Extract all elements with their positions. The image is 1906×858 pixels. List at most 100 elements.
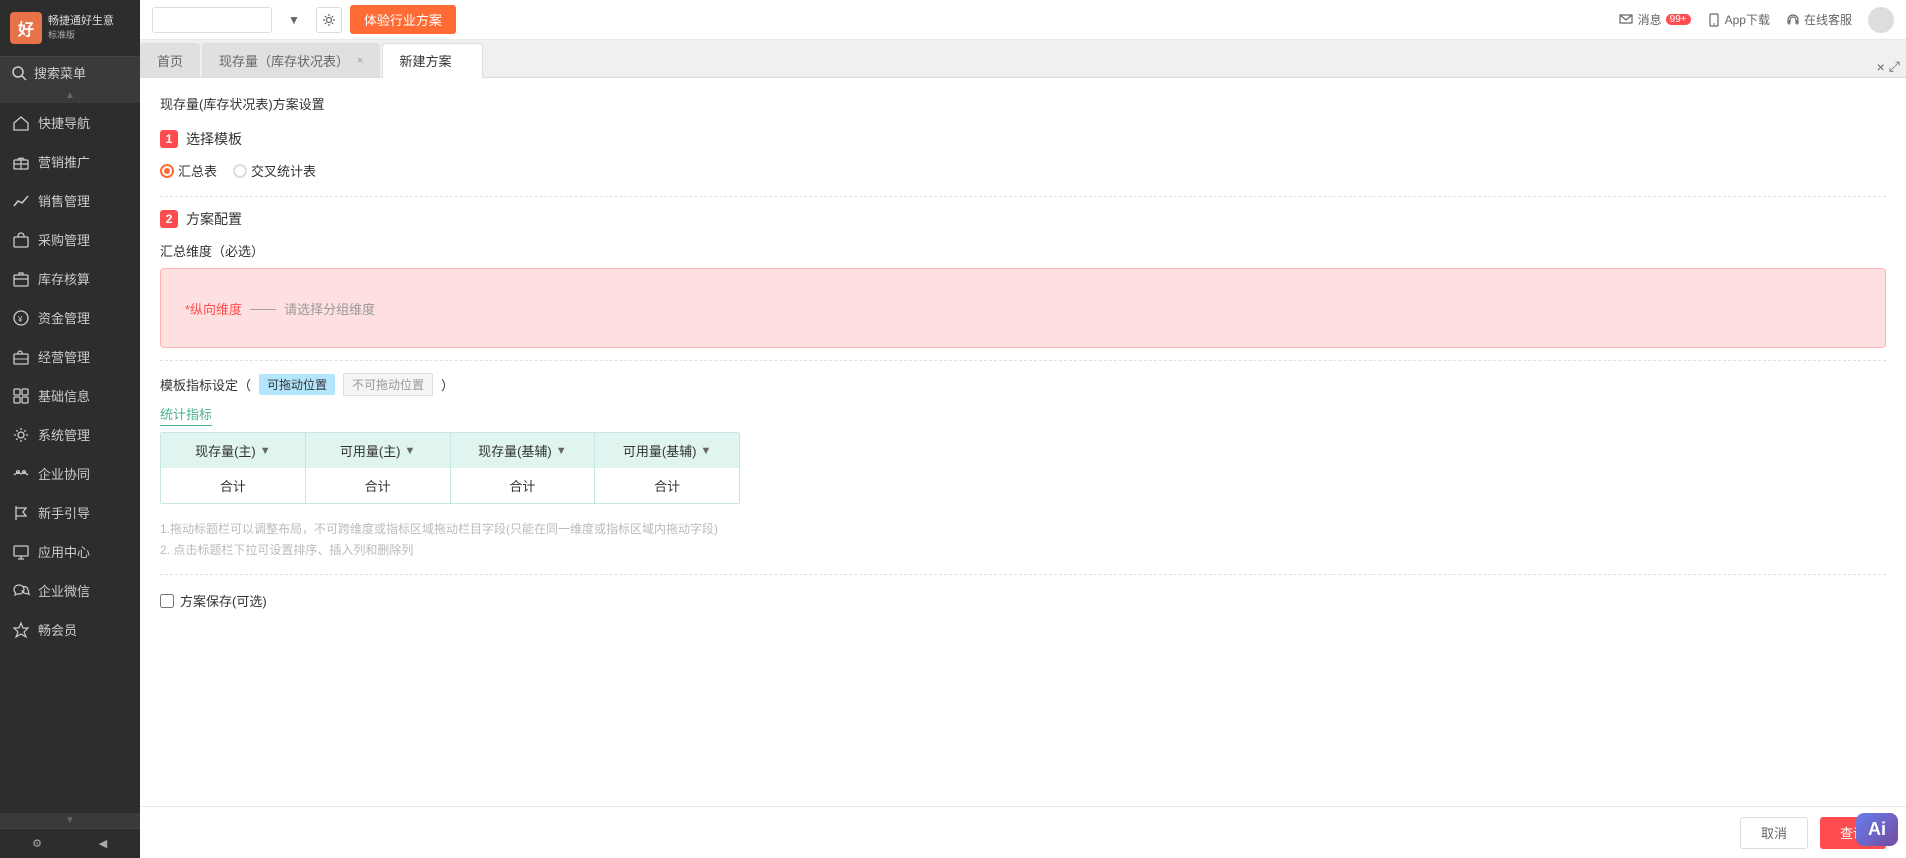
sidebar-item-member[interactable]: 畅会员	[0, 610, 140, 649]
svg-text:¥: ¥	[17, 315, 23, 324]
tab-new-plan-close[interactable]: ×	[459, 55, 465, 67]
indicator-settings: 模板指标设定（ 可拖动位置 不可拖动位置 ） 统计指标 现存量(主) ▼	[160, 373, 1886, 504]
radio-summary-label: 汇总表	[178, 161, 217, 180]
sidebar-item-label: 库存核算	[38, 269, 90, 288]
tab-new-plan-label: 新建方案	[399, 51, 451, 70]
stats-col-label-1: 可用量(主)	[340, 441, 401, 460]
sidebar-settings-btn[interactable]: ⚙	[8, 837, 66, 850]
sidebar-item-label: 营销推广	[38, 152, 90, 171]
stats-col-body-2: 合计	[451, 468, 596, 503]
dim-required: *纵向维度	[185, 299, 242, 318]
messages-btn[interactable]: 消息 99+	[1618, 11, 1691, 28]
sidebar-nav: 快捷导航 营销推广 销售管理	[0, 103, 140, 813]
tab-inventory-label: 现存量（库存状况表）	[219, 51, 349, 70]
sidebar-item-search[interactable]: 搜索菜单	[0, 57, 140, 88]
tab-inventory[interactable]: 现存量（库存状况表） ×	[202, 43, 380, 77]
section2-title: 方案配置	[186, 209, 242, 229]
save-checkbox[interactable]	[160, 594, 174, 608]
sidebar-scroll-down[interactable]: ▼	[0, 813, 140, 828]
monitor-icon	[12, 543, 30, 561]
tab-new-plan[interactable]: 新建方案 ×	[382, 43, 482, 78]
tab-inventory-close[interactable]: ×	[357, 55, 363, 67]
topbar-left: ▼ 体验行业方案	[152, 5, 1610, 34]
app-download-btn[interactable]: App下载	[1707, 11, 1770, 28]
sidebar-item-sales[interactable]: 销售管理	[0, 181, 140, 220]
dim-label: 汇总维度（必选）	[160, 241, 1886, 260]
app-name-text: 畅捷通好生意 标准版	[48, 14, 114, 42]
divider-3	[160, 574, 1886, 575]
money-icon: ¥	[12, 309, 30, 327]
sidebar-item-finance[interactable]: ¥ 资金管理	[0, 298, 140, 337]
stats-col-dropdown-0[interactable]: ▼	[260, 445, 271, 457]
sidebar: 好 畅捷通好生意 标准版 搜索菜单 ▲ 快捷导航	[0, 0, 140, 858]
stats-table-body: 合计 合计 合计 合计	[161, 468, 739, 503]
sidebar-item-wechat[interactable]: 企业微信	[0, 571, 140, 610]
sidebar-scroll-area: ▲ 快捷导航 营销推广 销售管理	[0, 88, 140, 828]
section1-body: 汇总表 交叉统计表	[160, 161, 1886, 180]
sidebar-item-guide[interactable]: 新手引导	[0, 493, 140, 532]
dim-placeholder: 请选择分组维度	[284, 299, 375, 318]
dim-box[interactable]: *纵向维度 —— 请选择分组维度	[160, 268, 1886, 348]
sidebar-item-label: 快捷导航	[38, 113, 90, 132]
topbar-search-input[interactable]	[152, 7, 272, 33]
sidebar-item-label: 资金管理	[38, 308, 90, 327]
sidebar-item-label: 企业协同	[38, 464, 90, 483]
sidebar-item-apps[interactable]: 应用中心	[0, 532, 140, 571]
sidebar-item-label: 采购管理	[38, 230, 90, 249]
sidebar-toggle-btn[interactable]: ◀	[74, 837, 132, 850]
app-logo-icon: 好	[10, 12, 42, 44]
sidebar-item-label: 应用中心	[38, 542, 90, 561]
message-icon	[1618, 12, 1634, 28]
radio-summary-table[interactable]: 汇总表	[160, 161, 217, 180]
ai-badge[interactable]: Ai	[1856, 813, 1898, 846]
sidebar-item-inventory[interactable]: 库存核算	[0, 259, 140, 298]
panel-close-btn[interactable]: ×	[1875, 57, 1887, 77]
sidebar-item-label: 系统管理	[38, 425, 90, 444]
stats-col-summary-3: 合计	[654, 476, 680, 495]
save-label: 方案保存(可选)	[180, 591, 267, 610]
customer-service-btn[interactable]: 在线客服	[1786, 11, 1852, 28]
sidebar-item-quicknav[interactable]: 快捷导航	[0, 103, 140, 142]
stats-col-header-0: 现存量(主) ▼	[161, 433, 306, 468]
indicator-label-suffix: ）	[441, 375, 454, 394]
stats-col-dropdown-1[interactable]: ▼	[405, 445, 416, 457]
panel-expand-btn[interactable]: ⤢	[1887, 56, 1902, 77]
sidebar-item-operations[interactable]: 经营管理	[0, 337, 140, 376]
sidebar-item-collab[interactable]: 企业协同	[0, 454, 140, 493]
sidebar-item-basic-info[interactable]: 基础信息	[0, 376, 140, 415]
stats-col-label-0: 现存量(主)	[195, 441, 256, 460]
sidebar-item-purchase[interactable]: 采购管理	[0, 220, 140, 259]
section1-header: 1 选择模板	[160, 129, 1886, 149]
cancel-button[interactable]: 取消	[1740, 817, 1808, 849]
sidebar-scroll-up[interactable]: ▲	[0, 88, 140, 103]
tip-2: 2. 点击标题栏下拉可设置排序、插入列和删除列	[160, 541, 1886, 558]
stats-col-body-0: 合计	[161, 468, 306, 503]
stats-col-dropdown-3[interactable]: ▼	[701, 445, 712, 457]
main-area: ▼ 体验行业方案 消息 99+	[140, 0, 1906, 858]
trial-btn[interactable]: 体验行业方案	[350, 5, 456, 34]
user-avatar[interactable]	[1868, 7, 1894, 33]
tab-home[interactable]: 首页	[140, 43, 200, 77]
sidebar-item-marketing[interactable]: 营销推广	[0, 142, 140, 181]
handshake-icon	[12, 465, 30, 483]
wechat-icon	[12, 582, 30, 600]
radio-crosstab[interactable]: 交叉统计表	[233, 161, 316, 180]
tag-fixed: 不可拖动位置	[343, 373, 433, 396]
topbar-dropdown-btn[interactable]: ▼	[280, 7, 308, 33]
section2-num: 2	[160, 210, 178, 228]
flag-icon	[12, 504, 30, 522]
app-download-label: App下载	[1725, 11, 1770, 28]
stats-col-summary-0: 合计	[220, 476, 246, 495]
sidebar-item-system[interactable]: 系统管理	[0, 415, 140, 454]
stats-table: 现存量(主) ▼ 可用量(主) ▼	[160, 432, 740, 504]
stats-col-dropdown-2[interactable]: ▼	[556, 445, 567, 457]
section1-num: 1	[160, 130, 178, 148]
content-area: 现存量(库存状况表)方案设置 1 选择模板 汇总表 交叉统计表	[140, 78, 1906, 806]
messages-badge: 99+	[1666, 14, 1691, 25]
page-title: 现存量(库存状况表)方案设置	[160, 94, 1886, 113]
stats-col-summary-2: 合计	[509, 476, 535, 495]
stats-col-label-2: 现存量(基辅)	[478, 441, 552, 460]
topbar-gear-btn[interactable]	[316, 7, 342, 33]
grid-icon	[12, 387, 30, 405]
panel-controls: × ⤢	[485, 56, 1906, 77]
